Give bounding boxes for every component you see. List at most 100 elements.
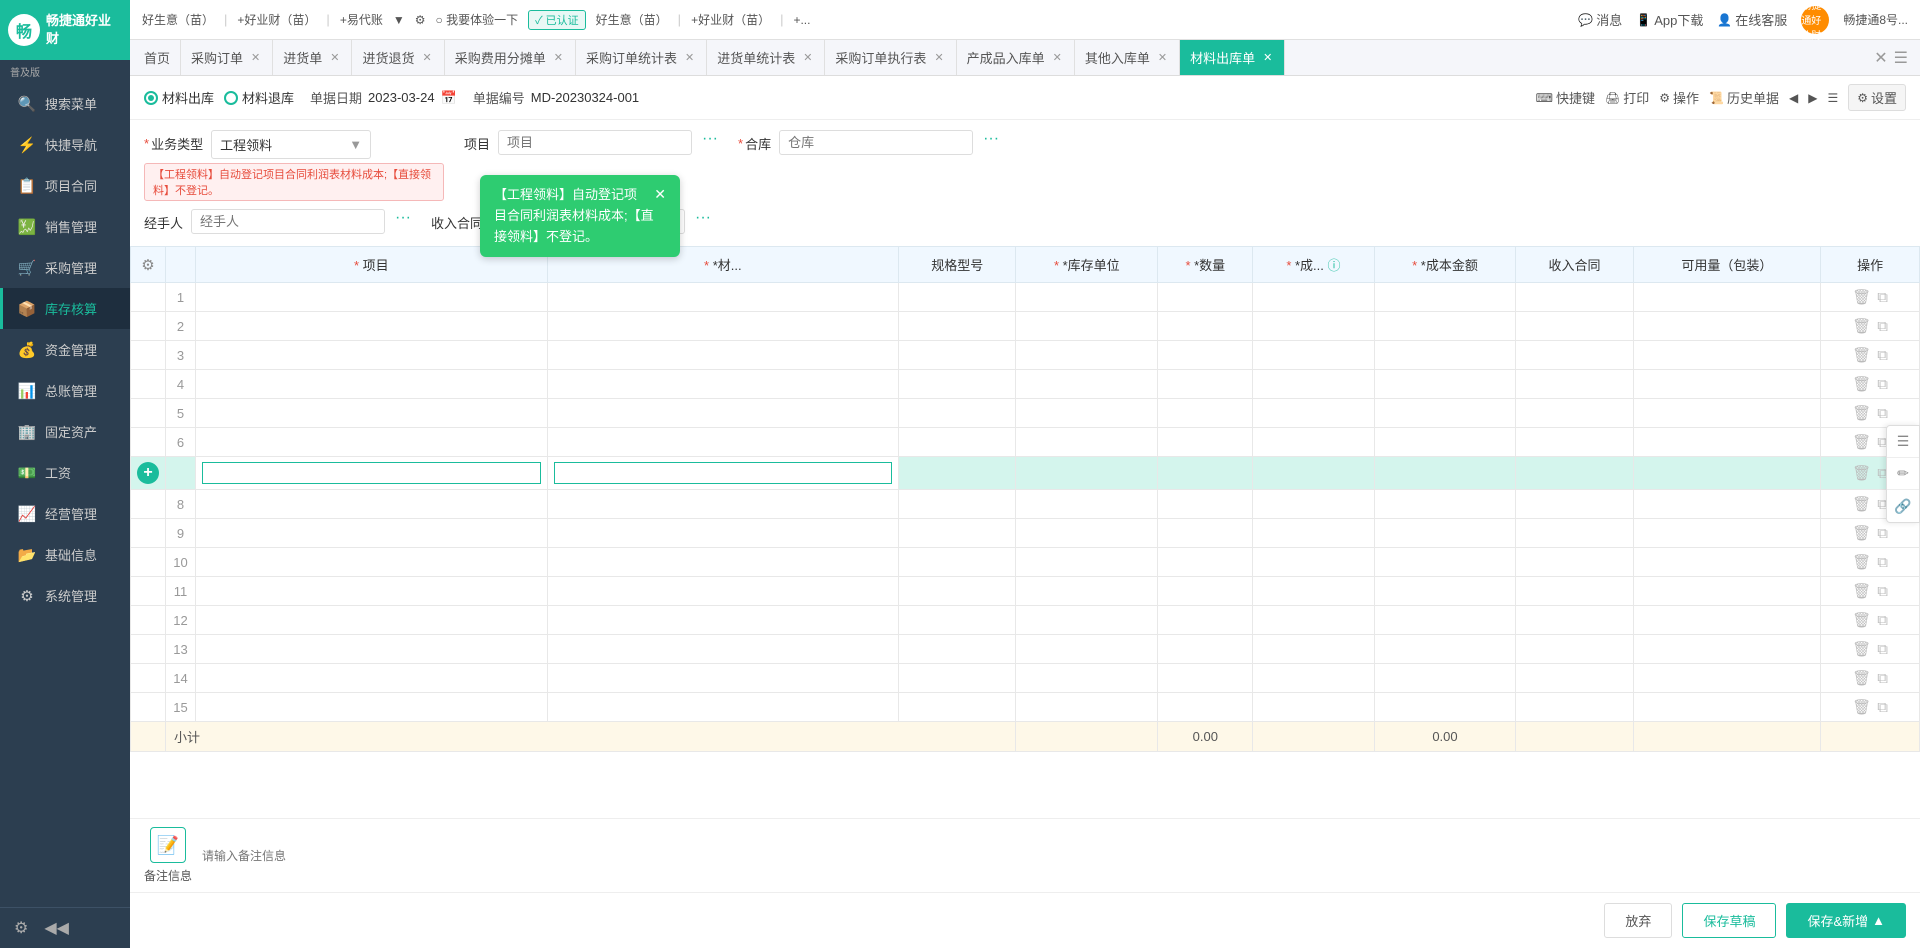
sidebar-item-system[interactable]: ⚙ 系统管理 [0,575,130,616]
right-icon-edit[interactable]: ✏ [1887,458,1919,490]
radio-material-return[interactable]: 材料退库 [224,88,294,107]
sidebar-item-project[interactable]: 📋 项目合同 [0,165,130,206]
topbar-good-wealth-2[interactable]: +好业财（苗） [691,11,770,28]
tab-home[interactable]: 首页 [134,40,181,76]
delete-row-btn[interactable]: 🗑 [1852,434,1871,451]
tab-close-purchase-expense[interactable]: ✕ [552,51,565,64]
user-avatar[interactable]: 畅捷通好业财 [1801,6,1829,34]
tab-close-incoming[interactable]: ✕ [328,51,341,64]
sidebar-item-basic[interactable]: 📂 基础信息 [0,534,130,575]
topbar-message[interactable]: 💬 消息 [1578,10,1622,29]
topbar-good-biz-1[interactable]: 好生意（苗） [142,11,214,28]
topbar-expand-btn[interactable]: ▼ [393,13,405,27]
topbar-username[interactable]: 畅捷通8号... [1843,11,1908,28]
copy-row-btn[interactable]: ⧉ [1877,583,1888,600]
tab-close-purchase-exec[interactable]: ✕ [932,51,945,64]
settings-btn[interactable]: ⚙ 设置 [1848,84,1906,111]
nav-next-btn[interactable]: ▶ [1808,91,1817,105]
delete-row-btn[interactable]: 🗑 [1852,525,1871,542]
delete-row-btn[interactable]: 🗑 [1852,376,1871,393]
settings-bottom-icon[interactable]: ⚙ [14,918,28,938]
topbar-good-wealth[interactable]: +好业财（苗） [237,11,316,28]
sidebar-item-finance[interactable]: 💰 资金管理 [0,329,130,370]
sidebar-item-quick-nav[interactable]: ⚡ 快捷导航 [0,124,130,165]
delete-row-btn[interactable]: 🗑 [1852,318,1871,335]
copy-row-btn[interactable]: ⧉ [1877,554,1888,571]
warehouse-input[interactable] [779,130,973,155]
collapse-icon[interactable]: ◀◀ [44,918,69,938]
project-input[interactable] [498,130,692,155]
sidebar-item-purchase[interactable]: 🛒 采购管理 [0,247,130,288]
delete-row-btn[interactable]: 🗑 [1852,347,1871,364]
delete-row-btn[interactable]: 🗑 [1852,612,1871,629]
tab-close-incoming-stats[interactable]: ✕ [801,51,814,64]
delete-row-btn[interactable]: 🗑 [1852,405,1871,422]
tab-purchase-stats[interactable]: 采购订单统计表 ✕ [576,40,707,76]
tab-close-purchase-stats[interactable]: ✕ [683,51,696,64]
delete-row-btn[interactable]: 🗑 [1852,465,1871,482]
col-settings[interactable]: ⚙ [131,247,166,283]
tooltip-close-btn[interactable]: ✕ [654,183,666,205]
sidebar-item-accounting[interactable]: 📊 总账管理 [0,370,130,411]
copy-row-btn[interactable]: ⧉ [1877,525,1888,542]
tab-close-incoming-return[interactable]: ✕ [421,51,434,64]
operation-btn[interactable]: ⚙ 操作 [1659,88,1699,107]
tab-other-incoming[interactable]: 其他入库单 ✕ [1075,40,1180,76]
tab-purchase-exec[interactable]: 采购订单执行表 ✕ [825,40,956,76]
tab-material-out[interactable]: 材料出库单 ✕ [1180,40,1285,76]
topbar-online-service[interactable]: 👤 在线客服 [1717,10,1787,29]
topbar-experience[interactable]: ○ 我要体验一下 [435,11,518,28]
tab-incoming-stats[interactable]: 进货单统计表 ✕ [707,40,825,76]
tab-purchase-expense[interactable]: 采购费用分摊单 ✕ [445,40,576,76]
sidebar-item-inventory[interactable]: 📦 库存核算 [0,288,130,329]
topbar-app-download[interactable]: 📱 App下载 [1636,10,1703,29]
copy-row-btn[interactable]: ⧉ [1877,670,1888,687]
nav-prev-btn[interactable]: ◀ [1789,91,1798,105]
delete-row-btn[interactable]: 🗑 [1852,289,1871,306]
tab-close-other-incoming[interactable]: ✕ [1156,51,1169,64]
tab-finished-goods[interactable]: 产成品入库单 ✕ [957,40,1075,76]
sidebar-item-fixed-assets[interactable]: 🏢 固定资产 [0,411,130,452]
notes-input[interactable] [202,845,1906,867]
right-icon-table[interactable]: ☰ [1887,426,1919,458]
tab-close-finished-goods[interactable]: ✕ [1051,51,1064,64]
copy-row-btn[interactable]: ⧉ [1877,641,1888,658]
copy-row-btn[interactable]: ⧉ [1877,347,1888,364]
warehouse-dots-btn[interactable]: ··· [983,130,999,148]
topbar-more[interactable]: +... [793,13,810,27]
biz-type-select[interactable]: 工程领料 ▼ [211,130,371,159]
tab-close-purchase-order[interactable]: ✕ [249,51,262,64]
topbar-settings-icon[interactable]: ⚙ [415,13,426,27]
copy-row-btn[interactable]: ⧉ [1877,376,1888,393]
save-draft-btn[interactable]: 保存草稿 [1682,903,1776,938]
save-new-btn[interactable]: 保存&新增 ▲ [1786,903,1906,938]
quick-key-btn[interactable]: ⌨ 快捷键 [1536,88,1595,107]
tab-close-all[interactable]: ✕ [1874,48,1887,68]
tab-incoming[interactable]: 进货单 ✕ [273,40,352,76]
calendar-icon[interactable]: 📅 [441,90,457,106]
operator-input[interactable] [191,209,385,234]
add-row-btn[interactable]: + [137,462,159,484]
operator-dots-btn[interactable]: ··· [395,209,411,227]
tab-menu[interactable]: ☰ [1894,48,1908,68]
sidebar-item-operations[interactable]: 📈 经营管理 [0,493,130,534]
copy-row-btn[interactable]: ⧉ [1877,318,1888,335]
history-btn[interactable]: 📜 历史单据 [1709,88,1779,107]
topbar-easy-agent[interactable]: +易代账 [340,11,383,28]
delete-row-btn[interactable]: 🗑 [1852,699,1871,716]
print-btn[interactable]: 🖨 打印 [1605,88,1649,107]
delete-row-btn[interactable]: 🗑 [1852,641,1871,658]
copy-row-btn[interactable]: ⧉ [1877,289,1888,306]
delete-row-btn[interactable]: 🗑 [1852,496,1871,513]
delete-row-btn[interactable]: 🗑 [1852,583,1871,600]
copy-row-btn[interactable]: ⧉ [1877,699,1888,716]
tab-incoming-return[interactable]: 进货退货 ✕ [352,40,444,76]
col-settings-btn[interactable]: ⚙ [141,256,154,274]
income-contract-dots-btn[interactable]: ··· [695,209,711,227]
row7-material-input[interactable] [554,462,893,484]
copy-row-btn[interactable]: ⧉ [1877,405,1888,422]
right-icon-link[interactable]: 🔗 [1887,490,1919,522]
tab-close-material-out[interactable]: ✕ [1261,51,1274,64]
radio-material-out[interactable]: 材料出库 [144,88,214,107]
delete-row-btn[interactable]: 🗑 [1852,670,1871,687]
